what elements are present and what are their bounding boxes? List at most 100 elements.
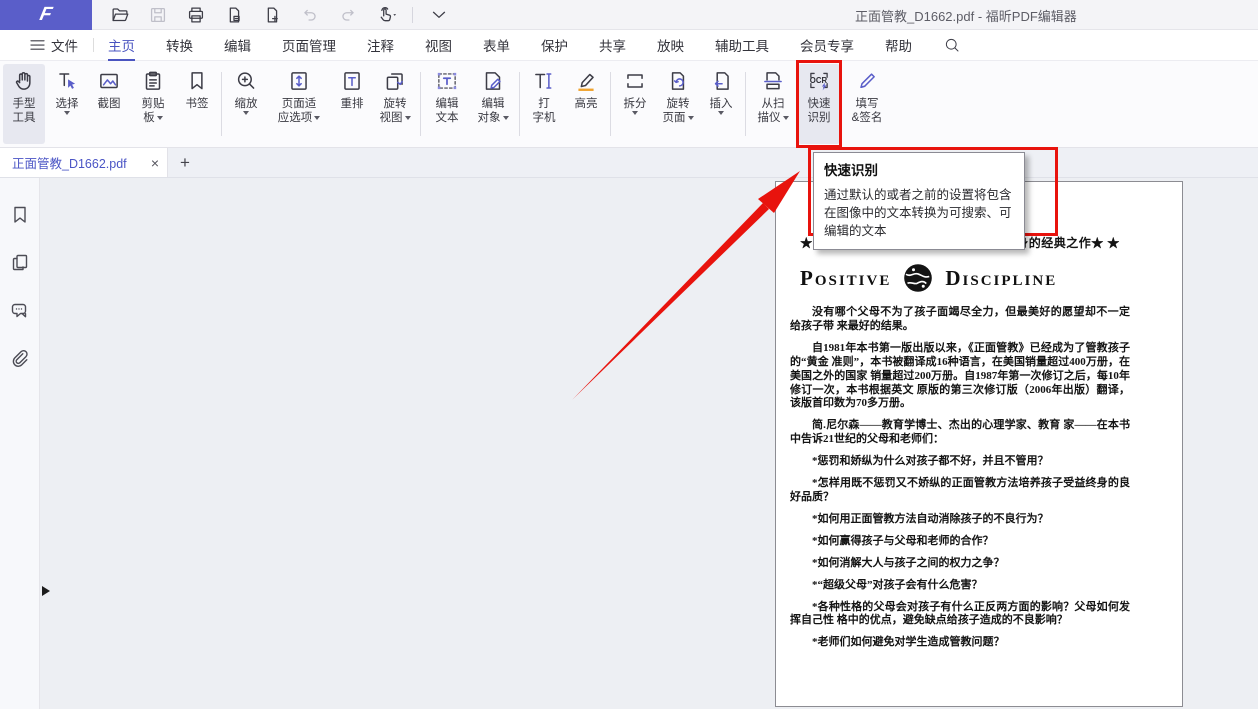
fill-sign-icon: [854, 68, 880, 94]
tooltip-title: 快速识别: [824, 159, 1014, 179]
attachments-panel-icon[interactable]: [7, 346, 33, 372]
dropdown-caret: [243, 111, 249, 115]
menu-membership[interactable]: 会员专享: [800, 30, 854, 61]
toolbar-button-zoom[interactable]: 缩放: [226, 64, 266, 144]
document-area: ★ ★让数百万孩子、家长和老师受益终身的经典之作★ ★ Positive Dis…: [0, 178, 1258, 709]
menu-comment[interactable]: 注释: [367, 30, 394, 61]
window-title: 正面管教_D1662.pdf - 福昕PDF编辑器: [855, 0, 1077, 30]
bookmark-icon: [184, 68, 210, 94]
reflow-icon: [339, 68, 365, 94]
rotate-page-icon: [665, 68, 691, 94]
toolbar-button-split[interactable]: 拆分: [615, 64, 655, 144]
search-icon[interactable]: [943, 30, 961, 61]
toolbar-button-highlight[interactable]: 高亮: [566, 64, 606, 144]
undo-icon[interactable]: [298, 3, 322, 27]
open-file-icon[interactable]: [108, 3, 132, 27]
add-page-icon[interactable]: [260, 3, 284, 27]
doc-bullet: *惩罚和娇纵为什么对孩子都不好，并且不管用？: [790, 455, 1130, 469]
menu-help[interactable]: 帮助: [885, 30, 912, 61]
dropdown-caret: [314, 116, 320, 120]
menu-share[interactable]: 共享: [599, 30, 626, 61]
ocr-icon: OCR: [806, 68, 832, 94]
toolbar-button-typewriter[interactable]: 打字机: [524, 64, 564, 144]
toolbar-button-snapshot[interactable]: 截图: [89, 64, 129, 144]
doc-bullet: *如何消解大人与孩子之间的权力之争？: [790, 557, 1130, 571]
typewriter-icon: [531, 68, 557, 94]
doc-bullet: *怎样用既不惩罚又不娇纵的正面管教方法培养孩子受益终身的良好品质？: [790, 477, 1130, 505]
menu-separator: [93, 38, 94, 52]
toolbar-button-reflow[interactable]: 重排: [332, 64, 372, 144]
toolbar-button-quick-ocr[interactable]: OCR 快速识别: [798, 64, 840, 144]
toolbar-button-select[interactable]: 选择: [47, 64, 87, 144]
toolbar-button-edit-object[interactable]: 编辑对象: [471, 64, 515, 144]
dropdown-caret: [688, 116, 694, 120]
toolbar-separator: [221, 72, 222, 136]
zoom-icon: [233, 68, 259, 94]
tooltip-body: 通过默认的或者之前的设置将包含在图像中的文本转换为可搜索、可编辑的文本: [824, 186, 1014, 240]
touch-mode-icon[interactable]: [374, 3, 398, 27]
document-tab-bar: 正面管教_D1662.pdf × +: [0, 148, 1258, 178]
menu-bar: 文件 主页 转换 编辑 页面管理 注释 视图 表单 保护 共享 放映 辅助工具 …: [0, 30, 1258, 61]
toolbar-button-from-scanner[interactable]: 从扫描仪: [750, 64, 796, 144]
quick-access-toolbar: [108, 3, 451, 27]
toolbar-button-fit-page[interactable]: 页面适应选项: [268, 64, 330, 144]
menu-present[interactable]: 放映: [657, 30, 684, 61]
tab-label: 正面管教_D1662.pdf: [12, 153, 145, 172]
navigation-sidebar: [0, 178, 40, 709]
toolbar-button-rotate-page[interactable]: 旋转页面: [657, 64, 699, 144]
redo-icon[interactable]: [336, 3, 360, 27]
fit-page-icon: [286, 68, 312, 94]
edit-text-icon: [434, 68, 460, 94]
tab-close-icon[interactable]: ×: [151, 155, 159, 171]
toolbar-button-edit-text[interactable]: 编辑文本: [425, 64, 469, 144]
globe-icon: [900, 260, 936, 296]
save-icon[interactable]: [146, 3, 170, 27]
menu-form[interactable]: 表单: [483, 30, 510, 61]
toolbar-separator: [420, 72, 421, 136]
menu-file[interactable]: 文件: [30, 30, 78, 61]
tab-document[interactable]: 正面管教_D1662.pdf ×: [0, 148, 168, 177]
menu-edit[interactable]: 编辑: [224, 30, 251, 61]
new-tab-button[interactable]: +: [168, 148, 202, 177]
toolbar-button-bookmark[interactable]: 书签: [177, 64, 217, 144]
menu-protect[interactable]: 保护: [541, 30, 568, 61]
extract-page-icon[interactable]: [222, 3, 246, 27]
toolbar-button-clipboard[interactable]: 剪贴板: [131, 64, 175, 144]
menu-accessibility[interactable]: 辅助工具: [715, 30, 769, 61]
doc-bullet: *老师们如何避免对学生造成管教问题？: [790, 636, 1130, 650]
panel-expand-handle[interactable]: [42, 586, 50, 596]
menu-convert[interactable]: 转换: [166, 30, 193, 61]
toolbar-separator: [519, 72, 520, 136]
doc-bullet: *如何赢得孩子与父母和老师的合作？: [790, 535, 1130, 549]
edit-object-icon: [480, 68, 506, 94]
rotate-view-icon: [382, 68, 408, 94]
logo-word-positive: Positive: [800, 266, 891, 291]
bookmarks-panel-icon[interactable]: [7, 202, 33, 228]
toolbar-button-insert[interactable]: 插入: [701, 64, 741, 144]
menu-home[interactable]: 主页: [108, 30, 135, 61]
dropdown-caret: [632, 111, 638, 115]
pdf-page: ★ ★让数百万孩子、家长和老师受益终身的经典之作★ ★ Positive Dis…: [775, 181, 1183, 707]
toolbar-button-rotate-view[interactable]: 旋转视图: [374, 64, 416, 144]
menu-view[interactable]: 视图: [425, 30, 452, 61]
toolbar-button-fill-sign[interactable]: 填写&签名: [842, 64, 892, 144]
hand-icon: [11, 68, 37, 94]
dropdown-caret: [405, 116, 411, 120]
qat-separator: [412, 7, 413, 23]
pages-panel-icon[interactable]: [7, 250, 33, 276]
dropdown-caret: [157, 116, 163, 120]
comments-panel-icon[interactable]: [7, 298, 33, 324]
menu-organize[interactable]: 页面管理: [282, 30, 336, 61]
customize-toolbar-icon[interactable]: [427, 3, 451, 27]
clipboard-icon: [140, 68, 166, 94]
title-bar: F 正面管教_D1662.pdf - 福昕PDF编辑器: [0, 0, 1258, 30]
dropdown-caret: [503, 116, 509, 120]
doc-paragraph: 自1981年本书第一版出版以来，《正面管教》已经成为了管教孩子的“黄金 准则”，…: [790, 342, 1130, 412]
toolbar-button-hand-tool[interactable]: 手型工具: [3, 64, 45, 144]
doc-bullet: *如何用正面管教方法自动消除孩子的不良行为？: [790, 513, 1130, 527]
doc-paragraph: 没有哪个父母不为了孩子面竭尽全力，但最美好的愿望却不一定给孩子带 来最好的结果。: [790, 306, 1130, 334]
toolbar-separator: [610, 72, 611, 136]
print-icon[interactable]: [184, 3, 208, 27]
logo-word-discipline: Discipline: [945, 266, 1057, 291]
doc-bullet: *各种性格的父母会对孩子有什么正反两方面的影响？父母如何发挥自己性 格中的优点，…: [790, 601, 1130, 629]
